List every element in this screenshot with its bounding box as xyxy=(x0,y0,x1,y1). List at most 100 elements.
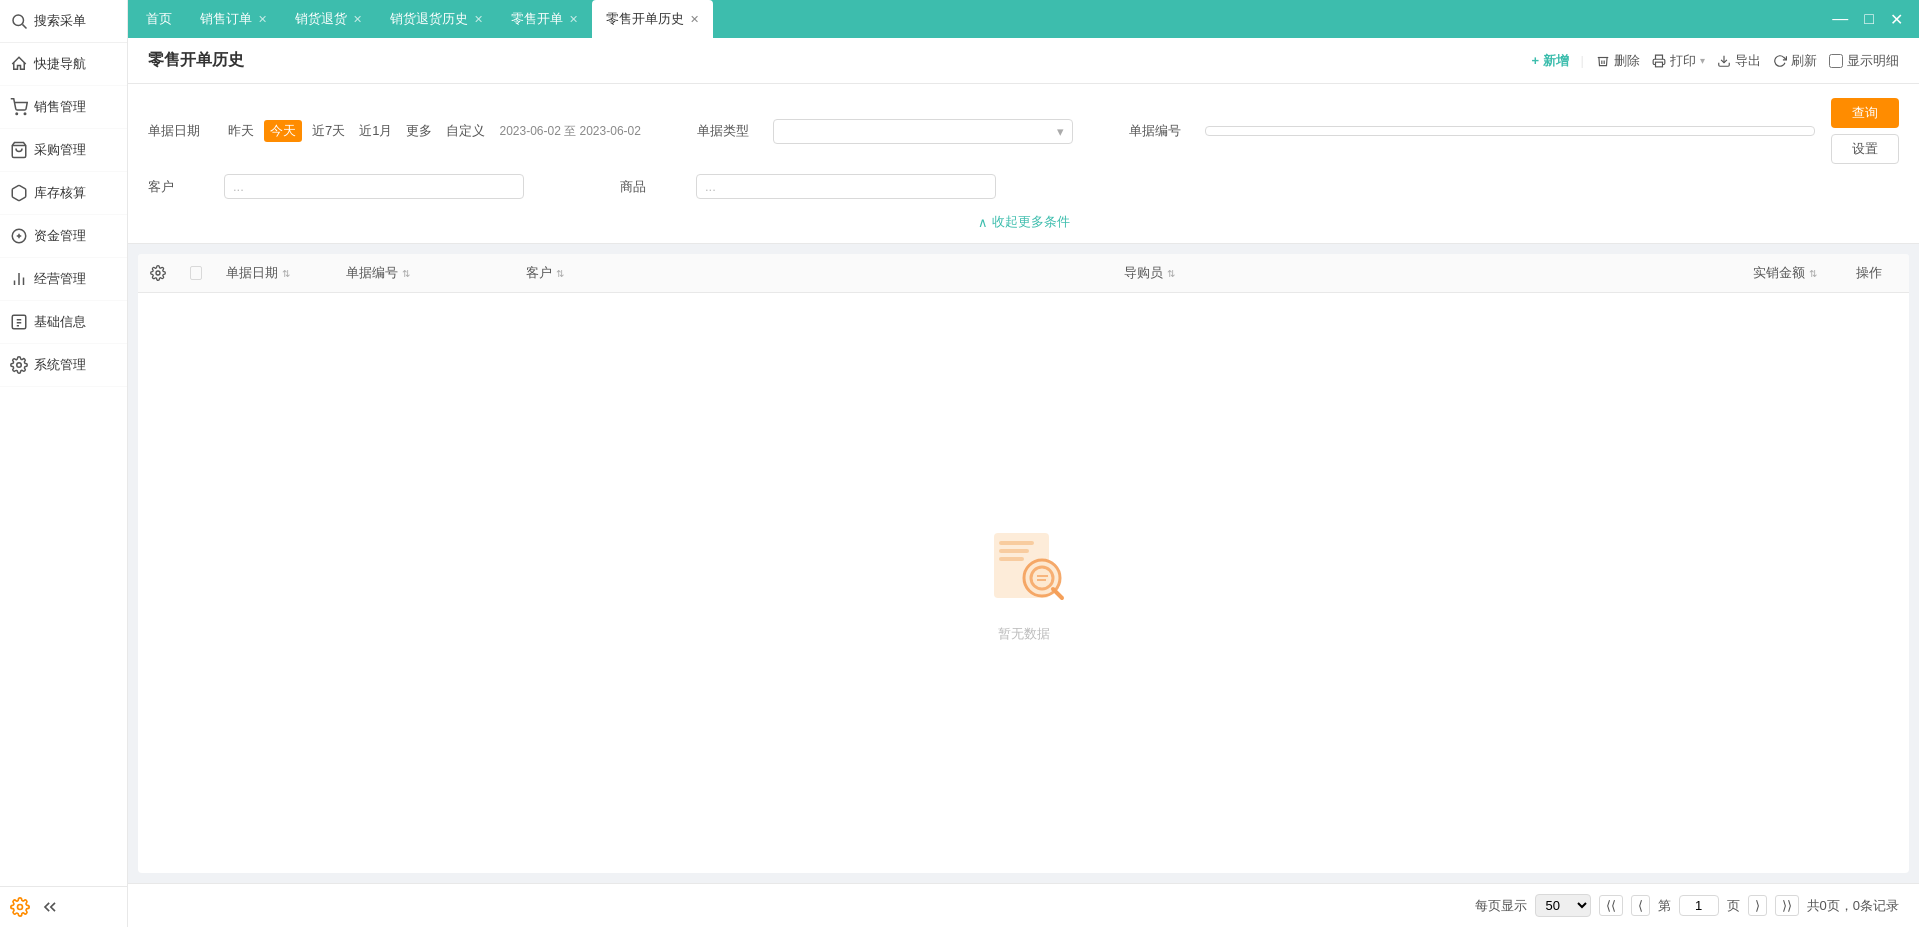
sidebar-item-label: 基础信息 xyxy=(34,313,86,331)
print-dropdown-icon[interactable]: ▾ xyxy=(1700,55,1705,66)
query-button[interactable]: 查询 xyxy=(1831,98,1899,128)
sidebar-search[interactable]: 搜索采单 xyxy=(0,0,127,43)
th-num[interactable]: 单据编号 ⇅ xyxy=(334,264,514,282)
sidebar-item-label: 库存核算 xyxy=(34,184,86,202)
sidebar-item-quick-nav[interactable]: 快捷导航 xyxy=(0,43,127,86)
sidebar-item-label: 销售管理 xyxy=(34,98,86,116)
main-content: 首页 销售订单 ✕ 销货退货 ✕ 销货退货历史 ✕ 零售开单 ✕ 零售开单历史 … xyxy=(128,0,1919,927)
goods-input[interactable]: ... xyxy=(696,174,996,199)
th-num-label: 单据编号 xyxy=(346,264,398,282)
th-date[interactable]: 单据日期 ⇅ xyxy=(214,264,334,282)
tab-bar: 首页 销售订单 ✕ 销货退货 ✕ 销货退货历史 ✕ 零售开单 ✕ 零售开单历史 … xyxy=(128,0,1919,38)
doc-type-select[interactable]: ▾ xyxy=(773,119,1073,144)
close-button[interactable]: ✕ xyxy=(1886,6,1907,33)
show-detail-label: 显示明细 xyxy=(1847,52,1899,70)
date-opt-more[interactable]: 更多 xyxy=(402,120,436,142)
setting-button[interactable]: 设置 xyxy=(1831,134,1899,164)
tab-close-sales-order[interactable]: ✕ xyxy=(258,13,267,26)
table-area: 单据日期 ⇅ 单据编号 ⇅ 客户 ⇅ 导购员 ⇅ 实销金额 ⇅ xyxy=(138,254,1909,873)
page-content: 零售开单历史 + 新增 | 删除 打印 ▾ xyxy=(128,38,1919,927)
tab-retail-open-history[interactable]: 零售开单历史 ✕ xyxy=(592,0,713,38)
customer-input[interactable]: ... xyxy=(224,174,524,199)
prev-page-button[interactable]: ⟨ xyxy=(1631,895,1650,916)
sidebar-item-finance[interactable]: 资金管理 xyxy=(0,215,127,258)
first-page-button[interactable]: ⟨⟨ xyxy=(1599,895,1623,916)
svg-point-13 xyxy=(17,363,22,368)
svg-rect-20 xyxy=(999,549,1029,553)
next-page-button[interactable]: ⟩ xyxy=(1748,895,1767,916)
filter-area: 单据日期 昨天 今天 近7天 近1月 更多 自定义 2023-06-02 至 2… xyxy=(128,84,1919,244)
sidebar-item-label: 资金管理 xyxy=(34,227,86,245)
refresh-button[interactable]: 刷新 xyxy=(1773,52,1817,70)
th-customer[interactable]: 客户 ⇅ xyxy=(514,264,1112,282)
svg-line-1 xyxy=(22,24,26,28)
svg-point-0 xyxy=(13,15,24,26)
date-opt-yesterday[interactable]: 昨天 xyxy=(224,120,258,142)
export-button[interactable]: 导出 xyxy=(1717,52,1761,70)
sidebar-item-label: 快捷导航 xyxy=(34,55,86,73)
tab-sales-return-history[interactable]: 销货退货历史 ✕ xyxy=(376,0,497,38)
sidebar-item-label: 经营管理 xyxy=(34,270,86,288)
page-input[interactable] xyxy=(1679,895,1719,916)
minimize-button[interactable]: — xyxy=(1828,6,1852,32)
date-opt-today[interactable]: 今天 xyxy=(264,120,302,142)
date-opt-7days[interactable]: 近7天 xyxy=(308,120,349,142)
select-all-checkbox[interactable] xyxy=(190,266,202,280)
search-icon xyxy=(10,12,28,30)
goods-label: 商品 xyxy=(620,178,680,196)
print-button[interactable]: 打印 ▾ xyxy=(1652,52,1705,70)
date-opt-custom[interactable]: 自定义 xyxy=(442,120,489,142)
sidebar: 搜索采单 快捷导航 销售管理 采购管理 库存核算 资金管理 xyxy=(0,0,128,927)
sort-guide-icon: ⇅ xyxy=(1167,268,1175,279)
sidebar-item-basic-info[interactable]: 基础信息 xyxy=(0,301,127,344)
tab-retail-open[interactable]: 零售开单 ✕ xyxy=(497,0,592,38)
th-settings[interactable] xyxy=(138,265,178,281)
money-icon xyxy=(10,227,28,245)
sidebar-item-label: 系统管理 xyxy=(34,356,86,374)
date-label: 单据日期 xyxy=(148,122,208,140)
tab-home[interactable]: 首页 xyxy=(132,0,186,38)
add-button[interactable]: + 新增 xyxy=(1531,52,1568,70)
table-settings-icon xyxy=(150,265,166,281)
export-icon xyxy=(1717,54,1731,68)
svg-point-3 xyxy=(24,113,26,115)
page-title: 零售开单历史 xyxy=(148,50,244,71)
th-guide[interactable]: 导购员 ⇅ xyxy=(1112,264,1232,282)
collapse-icon[interactable] xyxy=(40,897,60,917)
tab-close-sales-return[interactable]: ✕ xyxy=(353,13,362,26)
tab-bar-right: — □ ✕ xyxy=(1828,6,1915,33)
tab-close-retail-open-history[interactable]: ✕ xyxy=(690,13,699,26)
sidebar-item-purchase-mgmt[interactable]: 采购管理 xyxy=(0,129,127,172)
tab-sales-return[interactable]: 销货退货 ✕ xyxy=(281,0,376,38)
customer-label: 客户 xyxy=(148,178,208,196)
tab-sales-order[interactable]: 销售订单 ✕ xyxy=(186,0,281,38)
sidebar-item-operations[interactable]: 经营管理 xyxy=(0,258,127,301)
doc-num-input[interactable] xyxy=(1205,126,1815,136)
query-button-group: 查询 设置 xyxy=(1831,98,1899,164)
delete-button[interactable]: 删除 xyxy=(1596,52,1640,70)
empty-state: 暂无数据 xyxy=(138,293,1909,873)
last-page-button[interactable]: ⟩⟩ xyxy=(1775,895,1799,916)
settings-icon[interactable] xyxy=(10,897,30,917)
export-label: 导出 xyxy=(1735,52,1761,70)
th-amount[interactable]: 实销金额 ⇅ xyxy=(1232,264,1830,282)
sidebar-item-inventory[interactable]: 库存核算 xyxy=(0,172,127,215)
goods-placeholder: ... xyxy=(705,179,716,194)
show-detail-checkbox[interactable]: 显示明细 xyxy=(1829,52,1899,70)
tab-close-retail-open[interactable]: ✕ xyxy=(569,13,578,26)
sidebar-item-sales-mgmt[interactable]: 销售管理 xyxy=(0,86,127,129)
per-page-label: 每页显示 xyxy=(1475,897,1527,915)
toolbar: + 新增 | 删除 打印 ▾ xyxy=(1531,52,1899,70)
sidebar-item-system[interactable]: 系统管理 xyxy=(0,344,127,387)
per-page-select[interactable]: 50 100 200 xyxy=(1535,894,1591,917)
date-opt-1month[interactable]: 近1月 xyxy=(355,120,396,142)
maximize-button[interactable]: □ xyxy=(1860,6,1878,32)
pagination: 每页显示 50 100 200 ⟨⟨ ⟨ 第 页 ⟩ ⟩⟩ 共0页，0条记录 xyxy=(128,883,1919,927)
th-customer-label: 客户 xyxy=(526,264,552,282)
th-checkbox[interactable] xyxy=(178,266,214,280)
show-detail-input[interactable] xyxy=(1829,54,1843,68)
sidebar-item-label: 采购管理 xyxy=(34,141,86,159)
collapse-row[interactable]: ∧ 收起更多条件 xyxy=(148,209,1899,233)
home-icon xyxy=(10,55,28,73)
tab-close-sales-return-history[interactable]: ✕ xyxy=(474,13,483,26)
